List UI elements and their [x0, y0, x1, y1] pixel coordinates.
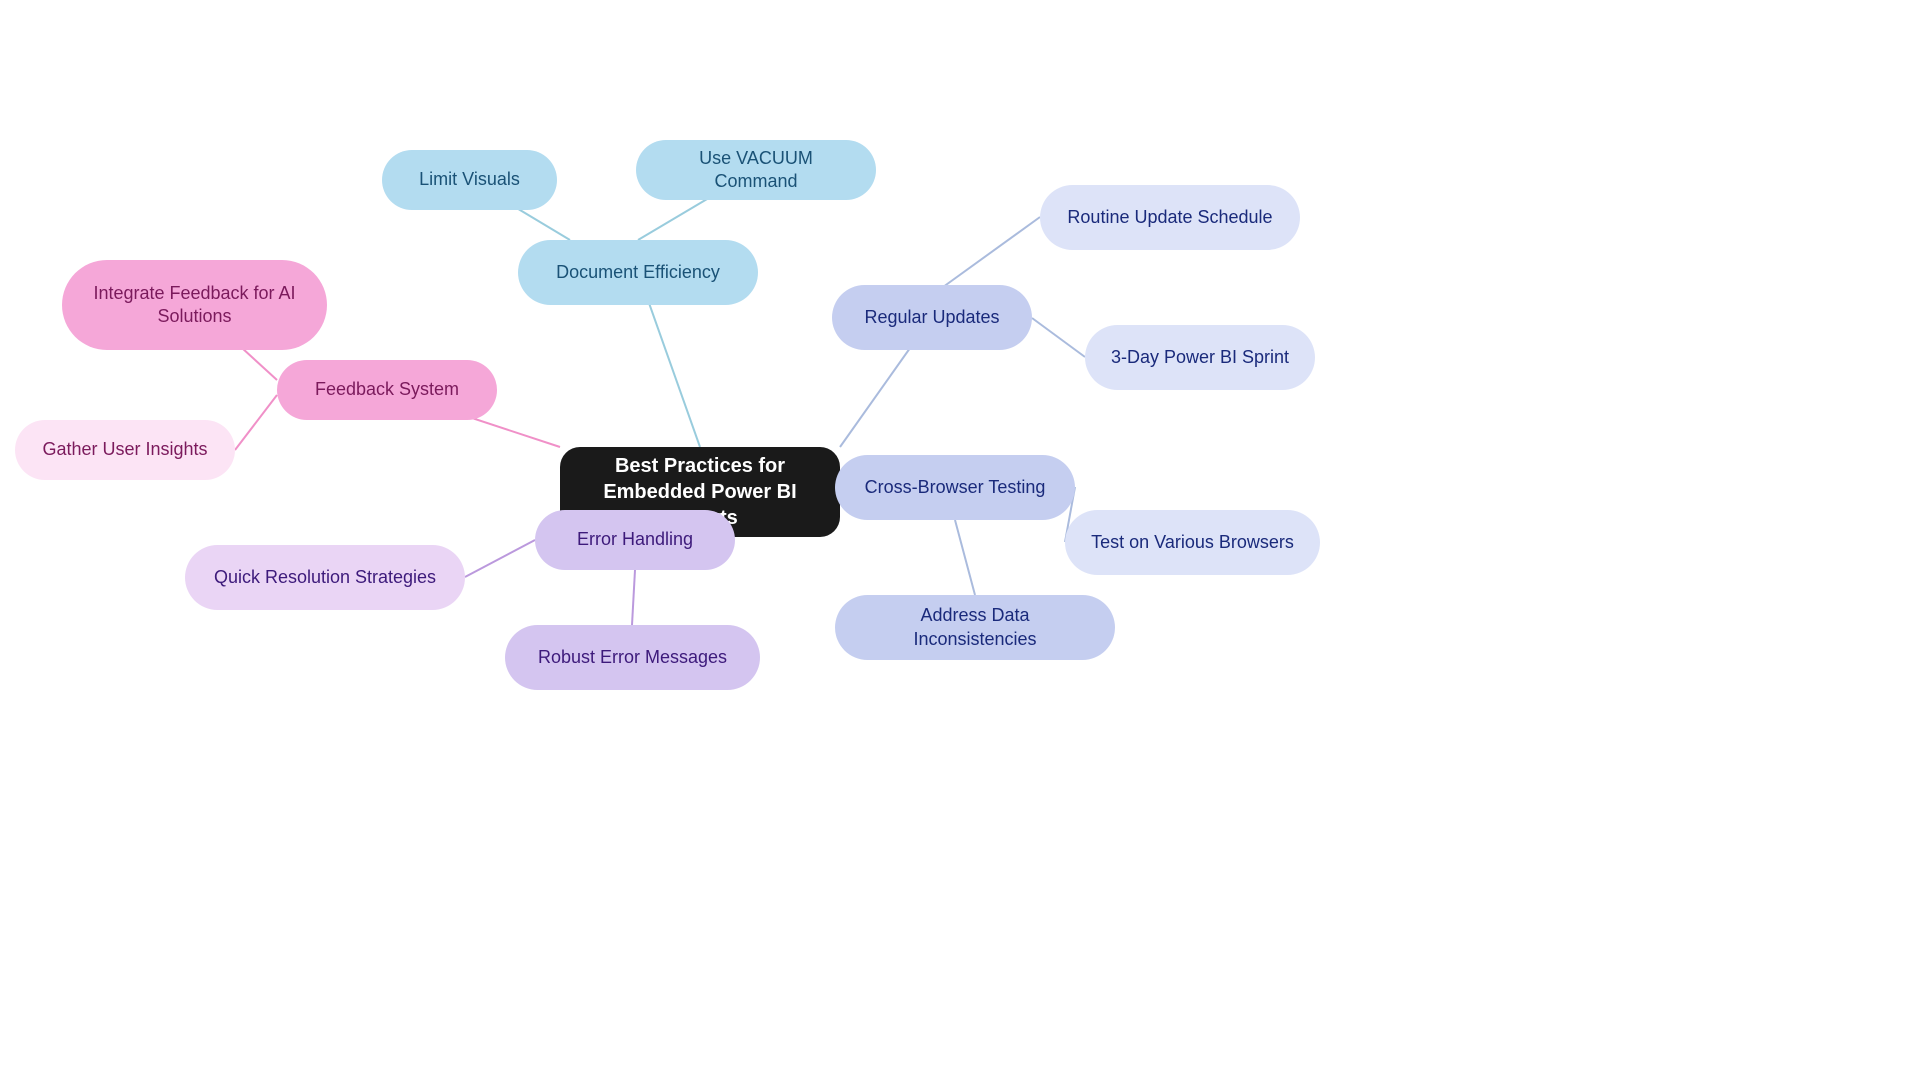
error-handling-node[interactable]: Error Handling	[535, 510, 735, 570]
test-various-browsers-node[interactable]: Test on Various Browsers	[1065, 510, 1320, 575]
limit-visuals-node[interactable]: Limit Visuals	[382, 150, 557, 210]
quick-resolution-node[interactable]: Quick Resolution Strategies	[185, 545, 465, 610]
regular-updates-node[interactable]: Regular Updates	[832, 285, 1032, 350]
power-bi-sprint-node[interactable]: 3-Day Power BI Sprint	[1085, 325, 1315, 390]
cross-browser-node[interactable]: Cross-Browser Testing	[835, 455, 1075, 520]
feedback-system-node[interactable]: Feedback System	[277, 360, 497, 420]
robust-errors-node[interactable]: Robust Error Messages	[505, 625, 760, 690]
routine-schedule-node[interactable]: Routine Update Schedule	[1040, 185, 1300, 250]
use-vacuum-node[interactable]: Use VACUUM Command	[636, 140, 876, 200]
address-data-node[interactable]: Address Data Inconsistencies	[835, 595, 1115, 660]
gather-user-insights-node[interactable]: Gather User Insights	[15, 420, 235, 480]
document-efficiency-node[interactable]: Document Efficiency	[518, 240, 758, 305]
integrate-feedback-node[interactable]: Integrate Feedback for AI Solutions	[62, 260, 327, 350]
